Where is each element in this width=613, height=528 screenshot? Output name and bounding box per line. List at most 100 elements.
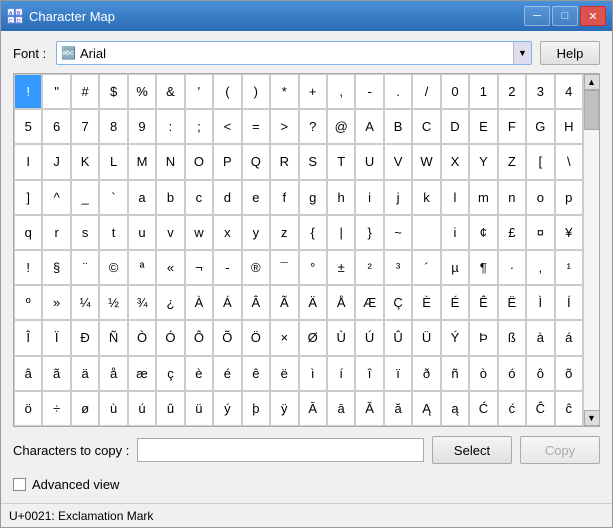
- char-cell[interactable]: ø: [71, 391, 99, 426]
- char-cell[interactable]: N: [156, 144, 184, 179]
- char-cell[interactable]: ¶: [469, 250, 497, 285]
- char-cell[interactable]: þ: [242, 391, 270, 426]
- char-cell[interactable]: Ü: [412, 320, 440, 355]
- char-cell[interactable]: ¾: [128, 285, 156, 320]
- char-cell[interactable]: ¨: [71, 250, 99, 285]
- char-cell[interactable]: @: [327, 109, 355, 144]
- char-cell[interactable]: ®: [242, 250, 270, 285]
- char-cell[interactable]: d: [213, 180, 241, 215]
- char-cell[interactable]: ¤: [526, 215, 554, 250]
- char-cell[interactable]: à: [526, 320, 554, 355]
- char-cell[interactable]: O: [185, 144, 213, 179]
- char-cell[interactable]: Ð: [71, 320, 99, 355]
- char-cell[interactable]: b: [156, 180, 184, 215]
- char-cell[interactable]: Þ: [469, 320, 497, 355]
- char-cell[interactable]: R: [270, 144, 298, 179]
- char-cell[interactable]: U: [355, 144, 383, 179]
- char-cell[interactable]: â: [14, 356, 42, 391]
- char-cell[interactable]: %: [128, 74, 156, 109]
- char-cell[interactable]: À: [185, 285, 213, 320]
- char-cell[interactable]: f: [270, 180, 298, 215]
- char-cell[interactable]: ð: [412, 356, 440, 391]
- char-cell[interactable]: ï: [384, 356, 412, 391]
- char-cell[interactable]: A: [355, 109, 383, 144]
- char-cell[interactable]: Æ: [355, 285, 383, 320]
- char-cell[interactable]: ã: [42, 356, 70, 391]
- char-cell[interactable]: &: [156, 74, 184, 109]
- char-cell[interactable]: ?: [299, 109, 327, 144]
- char-cell[interactable]: º: [14, 285, 42, 320]
- char-cell[interactable]: Ä: [299, 285, 327, 320]
- char-cell[interactable]: Ö: [242, 320, 270, 355]
- char-cell[interactable]: Ê: [469, 285, 497, 320]
- char-cell[interactable]: ©: [99, 250, 127, 285]
- char-cell[interactable]: ´: [412, 250, 440, 285]
- char-cell[interactable]: ú: [128, 391, 156, 426]
- char-cell[interactable]: t: [99, 215, 127, 250]
- char-cell[interactable]: È: [412, 285, 440, 320]
- char-cell[interactable]: Z: [498, 144, 526, 179]
- char-cell[interactable]: Ă: [355, 391, 383, 426]
- char-cell[interactable]: n: [498, 180, 526, 215]
- char-cell[interactable]: ": [42, 74, 70, 109]
- char-cell[interactable]: m: [469, 180, 497, 215]
- char-cell[interactable]: ª: [128, 250, 156, 285]
- char-cell[interactable]: ³: [384, 250, 412, 285]
- char-cell[interactable]: K: [71, 144, 99, 179]
- char-cell[interactable]: æ: [128, 356, 156, 391]
- char-cell[interactable]: É: [441, 285, 469, 320]
- char-cell[interactable]: ĉ: [555, 391, 583, 426]
- char-cell[interactable]: D: [441, 109, 469, 144]
- char-cell[interactable]: ì: [299, 356, 327, 391]
- char-cell[interactable]: Í: [555, 285, 583, 320]
- font-select-container[interactable]: 🔤 Arial ▼: [56, 41, 532, 65]
- char-cell[interactable]: Ć: [469, 391, 497, 426]
- char-cell[interactable]: è: [185, 356, 213, 391]
- char-cell[interactable]: :: [156, 109, 184, 144]
- char-cell[interactable]: r: [42, 215, 70, 250]
- char-cell[interactable]: û: [156, 391, 184, 426]
- char-cell[interactable]: «: [156, 250, 184, 285]
- char-cell[interactable]: ¹: [555, 250, 583, 285]
- char-cell[interactable]: !: [14, 250, 42, 285]
- char-cell[interactable]: £: [498, 215, 526, 250]
- char-cell[interactable]: ±: [327, 250, 355, 285]
- char-cell[interactable]: ,: [526, 250, 554, 285]
- scroll-down-arrow[interactable]: ▼: [584, 410, 600, 426]
- advanced-view-label[interactable]: Advanced view: [32, 477, 119, 492]
- char-cell[interactable]: ç: [156, 356, 184, 391]
- char-cell[interactable]: Õ: [213, 320, 241, 355]
- char-cell[interactable]: -: [213, 250, 241, 285]
- char-cell[interactable]: k: [412, 180, 440, 215]
- char-cell[interactable]: [: [526, 144, 554, 179]
- char-cell[interactable]: ó: [498, 356, 526, 391]
- char-cell[interactable]: #: [71, 74, 99, 109]
- char-cell[interactable]: ê: [242, 356, 270, 391]
- char-cell[interactable]: ò: [469, 356, 497, 391]
- char-cell[interactable]: »: [42, 285, 70, 320]
- char-cell[interactable]: ): [242, 74, 270, 109]
- char-cell[interactable]: +: [299, 74, 327, 109]
- char-cell[interactable]: 8: [99, 109, 127, 144]
- char-cell[interactable]: ,: [327, 74, 355, 109]
- char-cell[interactable]: ¯: [270, 250, 298, 285]
- char-cell[interactable]: á: [555, 320, 583, 355]
- char-cell[interactable]: ¢: [469, 215, 497, 250]
- char-cell[interactable]: u: [128, 215, 156, 250]
- char-cell[interactable]: I: [14, 144, 42, 179]
- char-cell[interactable]: Ø: [299, 320, 327, 355]
- char-cell[interactable]: $: [99, 74, 127, 109]
- char-cell[interactable]: *: [270, 74, 298, 109]
- char-cell[interactable]: Ñ: [99, 320, 127, 355]
- char-cell[interactable]: 3: [526, 74, 554, 109]
- char-cell[interactable]: ;: [185, 109, 213, 144]
- char-cell[interactable]: z: [270, 215, 298, 250]
- char-cell[interactable]: w: [185, 215, 213, 250]
- char-cell[interactable]: }: [355, 215, 383, 250]
- char-cell[interactable]: -: [355, 74, 383, 109]
- char-cell[interactable]: v: [156, 215, 184, 250]
- select-button[interactable]: Select: [432, 436, 512, 464]
- char-cell[interactable]: Ó: [156, 320, 184, 355]
- char-cell[interactable]: \: [555, 144, 583, 179]
- char-cell[interactable]: Y: [469, 144, 497, 179]
